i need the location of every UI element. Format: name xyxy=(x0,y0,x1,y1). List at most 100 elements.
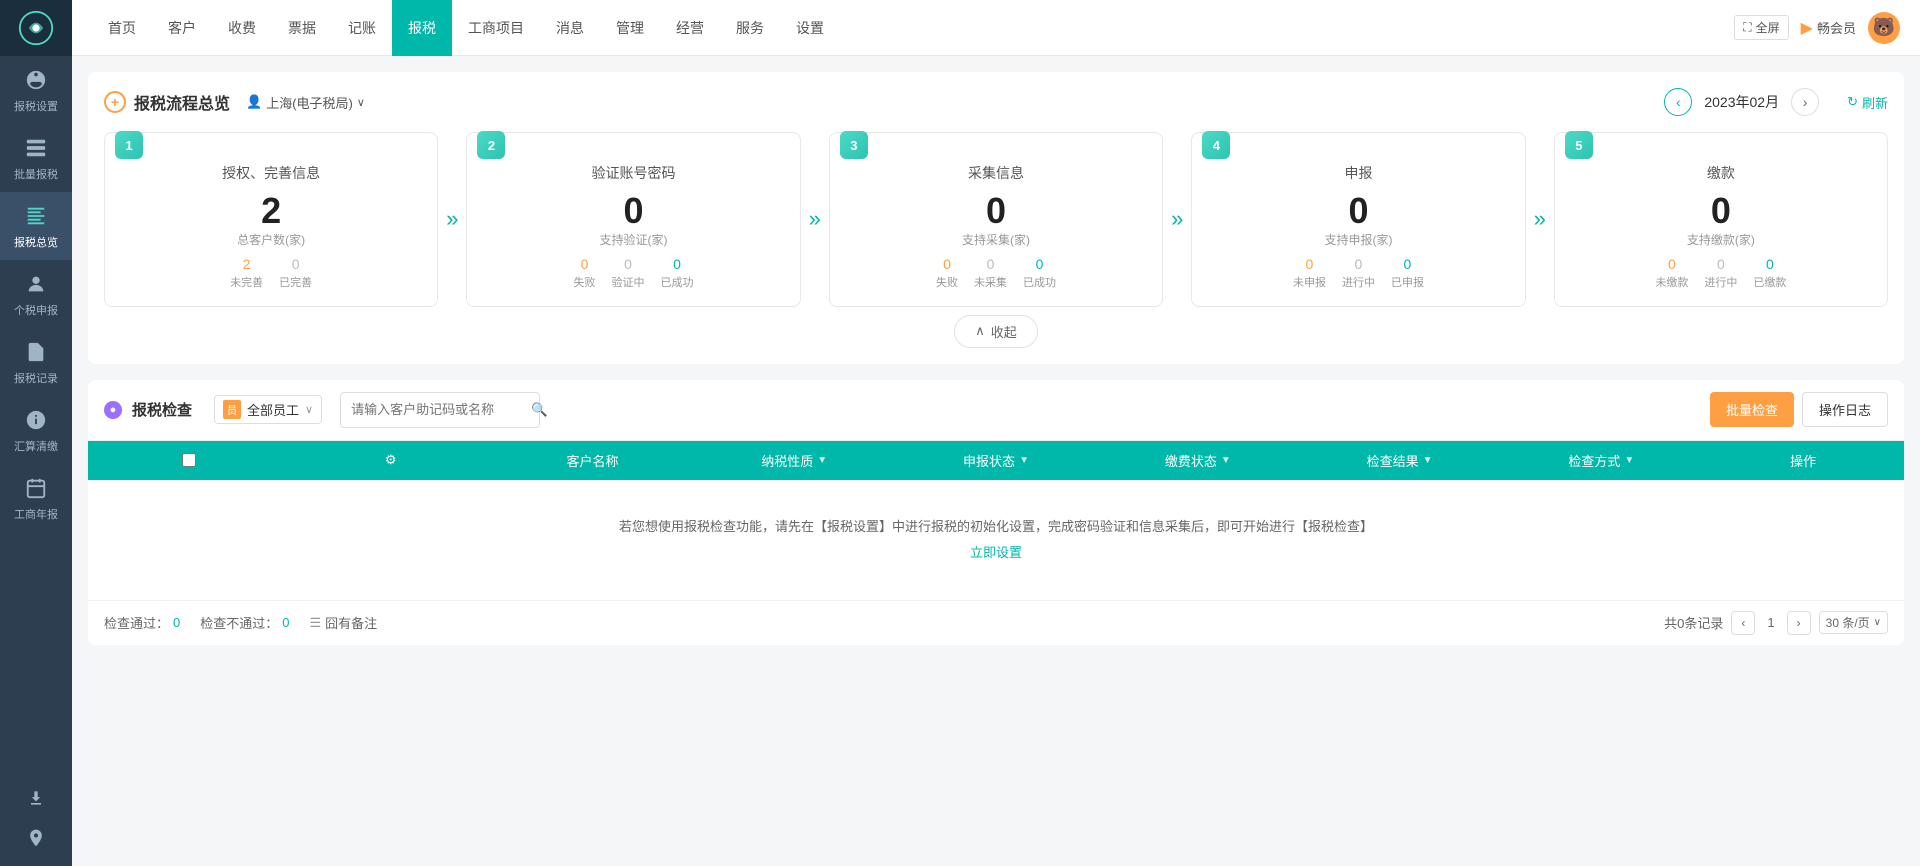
employee-selector[interactable]: 员 全部员工 ∨ xyxy=(214,395,322,424)
filter-icon[interactable]: ▼ xyxy=(1019,455,1029,466)
search-button[interactable]: 🔍 xyxy=(527,398,552,422)
filter-icon[interactable]: ▼ xyxy=(817,455,827,466)
vip-button[interactable]: ▶ 畅会员 xyxy=(1801,18,1856,38)
content-area: + 报税流程总览 👤 上海(电子税局) ∨ ‹ 2023年02月 › ↻ 刷新 xyxy=(72,56,1920,866)
settings-icon: ⚙ xyxy=(385,452,397,468)
table-footer: 检查通过： 0 检查不通过： 0 ☰ 囧有备注 共0条记录 ‹ 1 › xyxy=(88,600,1904,645)
step-2-count: 0 xyxy=(624,191,644,231)
arrow-4-5: » xyxy=(1526,132,1554,307)
prev-page-button[interactable]: ‹ xyxy=(1731,611,1755,635)
batch-check-button[interactable]: 批量检查 xyxy=(1710,392,1794,427)
sidebar-item-label: 个税申报 xyxy=(14,302,58,318)
nav-management[interactable]: 管理 xyxy=(600,0,660,56)
refresh-button[interactable]: ↻ 刷新 xyxy=(1847,93,1888,112)
step-5-title: 缴款 xyxy=(1707,163,1735,183)
th-declare-status: 申报状态 ▼ xyxy=(895,441,1097,480)
setup-link[interactable]: 立即设置 xyxy=(970,545,1022,560)
fullscreen-button[interactable]: ⛶ 全屏 xyxy=(1734,15,1788,40)
search-input[interactable] xyxy=(351,402,527,417)
fail-count-link[interactable]: 0 xyxy=(282,615,289,630)
next-month-button[interactable]: › xyxy=(1791,88,1819,116)
filter-icon[interactable]: ▼ xyxy=(1221,455,1231,466)
next-page-button[interactable]: › xyxy=(1787,611,1811,635)
step-4-sub: 支持申报(家) xyxy=(1324,231,1392,248)
process-icon: + xyxy=(104,91,126,113)
collapse-bar: ∧ 收起 xyxy=(104,307,1888,348)
nav-tax[interactable]: 报税 xyxy=(392,0,452,56)
pass-count-link[interactable]: 0 xyxy=(173,615,180,630)
step-3-title: 采集信息 xyxy=(968,163,1024,183)
sidebar-item-label: 工商年报 xyxy=(14,506,58,522)
batch-tax-icon xyxy=(22,134,50,162)
process-overview-card: + 报税流程总览 👤 上海(电子税局) ∨ ‹ 2023年02月 › ↻ 刷新 xyxy=(88,72,1904,364)
top-nav: 首页 客户 收费 票据 记账 报税 工商项目 消息 管理 经营 服务 设置 ⛶ … xyxy=(72,0,1920,56)
nav-service[interactable]: 服务 xyxy=(720,0,780,56)
sidebar-item-annual-report[interactable]: 工商年报 xyxy=(0,464,72,532)
step-3-stats: 0 失败 0 未采集 0 已成功 xyxy=(936,256,1056,290)
th-tax-type: 纳税性质 ▼ xyxy=(693,441,895,480)
process-nav: ‹ 2023年02月 › ↻ 刷新 xyxy=(1664,88,1888,116)
nav-operations[interactable]: 经营 xyxy=(660,0,720,56)
sidebar-bottom xyxy=(22,780,50,866)
notes-icon: ☰ xyxy=(310,615,322,631)
steps-row: 1 授权、完善信息 2 总客户数(家) 2 未完善 0 已完善 xyxy=(104,132,1888,307)
step-1-num: 1 xyxy=(115,131,143,159)
step-5-sub: 支持缴款(家) xyxy=(1687,231,1755,248)
nav-business[interactable]: 工商项目 xyxy=(452,0,540,56)
sidebar-item-tax-records[interactable]: 报税记录 xyxy=(0,328,72,396)
table-header: ⚙ 客户名称 纳税性质 ▼ 申报状态 ▼ 缴费状态 ▼ xyxy=(88,441,1904,480)
step-3-count: 0 xyxy=(986,191,1006,231)
nav-home[interactable]: 首页 xyxy=(92,0,152,56)
filter-icon[interactable]: ▼ xyxy=(1423,455,1433,466)
arrow-2-3: » xyxy=(801,132,829,307)
annual-report-icon xyxy=(22,474,50,502)
step-4-title: 申报 xyxy=(1344,163,1372,183)
select-all-checkbox[interactable] xyxy=(182,453,196,467)
stat-incomplete: 2 未完善 xyxy=(230,256,263,290)
stat-paid: 0 已缴款 xyxy=(1753,256,1786,290)
sidebar-item-label: 批量报税 xyxy=(14,166,58,182)
arrow-3-4: » xyxy=(1163,132,1191,307)
step-4-num: 4 xyxy=(1202,131,1230,159)
step-4-card: 4 申报 0 支持申报(家) 0 未申报 0 进行中 xyxy=(1191,132,1525,307)
step-1-stats: 2 未完善 0 已完善 xyxy=(230,256,312,290)
step-5-count: 0 xyxy=(1711,191,1731,231)
sidebar-item-settlement[interactable]: 汇算清缴 xyxy=(0,396,72,464)
stat-unpaid: 0 未缴款 xyxy=(1655,256,1688,290)
step-3-sub: 支持采集(家) xyxy=(962,231,1030,248)
nav-invoices[interactable]: 票据 xyxy=(272,0,332,56)
step-1-card: 1 授权、完善信息 2 总客户数(家) 2 未完善 0 已完善 xyxy=(104,132,438,307)
sidebar-item-label: 报税总览 xyxy=(14,234,58,250)
per-page-selector[interactable]: 30 条/页 ∨ xyxy=(1819,611,1888,634)
sidebar-download[interactable] xyxy=(22,780,50,816)
step-2-card: 2 验证账号密码 0 支持验证(家) 0 失败 0 验证中 xyxy=(466,132,800,307)
sidebar-item-personal-tax[interactable]: 个税申报 xyxy=(0,260,72,328)
nav-items: 首页 客户 收费 票据 记账 报税 工商项目 消息 管理 经营 服务 设置 xyxy=(92,0,1734,56)
nav-settings[interactable]: 设置 xyxy=(780,0,840,56)
sidebar-item-tax-settings[interactable]: 报税设置 xyxy=(0,56,72,124)
sidebar-item-tax-overview[interactable]: 报税总览 xyxy=(0,192,72,260)
nav-accounting[interactable]: 记账 xyxy=(332,0,392,56)
fullscreen-icon: ⛶ xyxy=(1743,20,1751,35)
nav-clients[interactable]: 客户 xyxy=(152,0,212,56)
check-header: ● 报税检查 员 全部员工 ∨ 🔍 批量检查 操作日志 xyxy=(88,380,1904,441)
process-location[interactable]: 👤 上海(电子税局) ∨ xyxy=(246,93,365,112)
sidebar-item-batch-tax[interactable]: 批量报税 xyxy=(0,124,72,192)
stat-success: 0 已成功 xyxy=(1023,256,1056,290)
ops-log-button[interactable]: 操作日志 xyxy=(1802,392,1888,427)
nav-fees[interactable]: 收费 xyxy=(212,0,272,56)
filter-icon[interactable]: ▼ xyxy=(1624,455,1634,466)
prev-month-button[interactable]: ‹ xyxy=(1664,88,1692,116)
tax-records-icon xyxy=(22,338,50,366)
arrow-1-2: » xyxy=(438,132,466,307)
sidebar-location[interactable] xyxy=(22,820,50,856)
stat-declared: 0 已申报 xyxy=(1391,256,1424,290)
stat-undeclared: 0 未申报 xyxy=(1293,256,1326,290)
employee-selector-badge: 员 xyxy=(223,400,241,419)
user-avatar[interactable]: 🐻 xyxy=(1868,12,1900,44)
stat-verifying: 0 验证中 xyxy=(612,256,645,290)
nav-messages[interactable]: 消息 xyxy=(540,0,600,56)
vip-icon: ▶ xyxy=(1801,18,1813,38)
tax-overview-icon xyxy=(22,202,50,230)
collapse-button[interactable]: ∧ 收起 xyxy=(954,315,1038,348)
